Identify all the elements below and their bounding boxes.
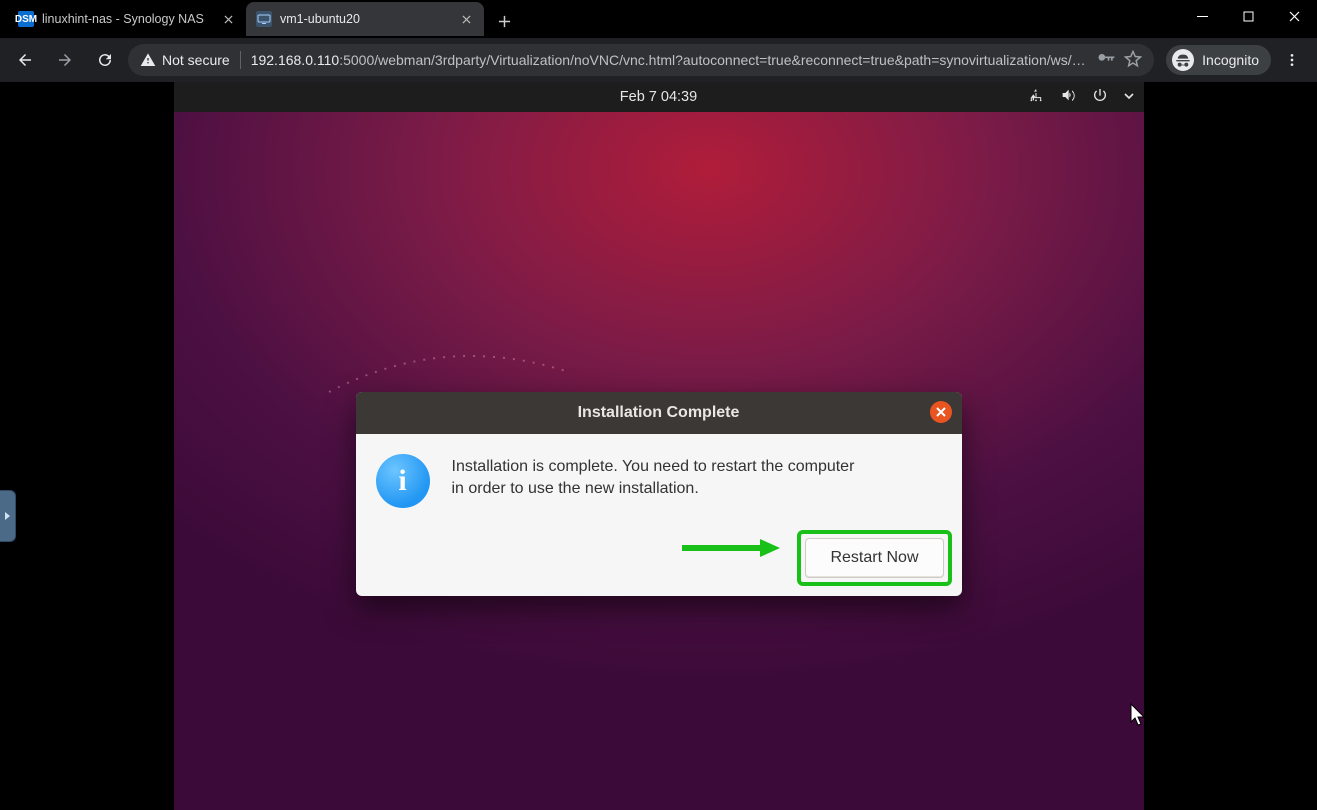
bookmark-star-icon[interactable] bbox=[1124, 50, 1142, 71]
page-content: Feb 7 04:39 Ins bbox=[0, 82, 1317, 810]
installation-complete-dialog: Installation Complete i Installation is … bbox=[356, 392, 962, 596]
dialog-body: i Installation is complete. You need to … bbox=[356, 434, 962, 530]
vnc-sidebar-handle[interactable] bbox=[0, 490, 16, 542]
chevron-down-icon bbox=[1124, 89, 1134, 105]
toolbar-right: Incognito bbox=[1160, 43, 1309, 77]
info-icon: i bbox=[376, 454, 430, 508]
nav-back-button[interactable] bbox=[8, 43, 42, 77]
tab-title: vm1-ubuntu20 bbox=[280, 12, 450, 26]
security-label: Not secure bbox=[162, 52, 230, 68]
mouse-cursor-icon bbox=[1130, 703, 1144, 727]
incognito-icon bbox=[1172, 49, 1194, 71]
tab-strip: DSM linuxhint-nas - Synology NAS vm1-ubu… bbox=[8, 0, 518, 36]
gnome-status-area[interactable] bbox=[1028, 82, 1134, 112]
security-indicator[interactable]: Not secure bbox=[140, 52, 230, 68]
favicon-dsm-icon: DSM bbox=[18, 11, 34, 27]
dialog-button-row: Restart Now bbox=[356, 530, 962, 596]
tab-inactive[interactable]: DSM linuxhint-nas - Synology NAS bbox=[8, 2, 246, 36]
tab-close-icon[interactable] bbox=[458, 11, 474, 27]
vm-desktop[interactable]: Feb 7 04:39 Ins bbox=[174, 82, 1144, 810]
nav-forward-button[interactable] bbox=[48, 43, 82, 77]
separator bbox=[240, 51, 241, 69]
dialog-message: Installation is complete. You need to re… bbox=[452, 456, 862, 499]
password-key-icon[interactable] bbox=[1096, 49, 1116, 72]
gnome-clock[interactable]: Feb 7 04:39 bbox=[620, 89, 697, 105]
network-icon bbox=[1028, 87, 1044, 107]
window-maximize-button[interactable] bbox=[1225, 0, 1271, 32]
browser-menu-button[interactable] bbox=[1275, 43, 1309, 77]
gnome-top-bar: Feb 7 04:39 bbox=[174, 82, 1144, 112]
dialog-title: Installation Complete bbox=[578, 404, 740, 422]
address-bar[interactable]: Not secure 192.168.0.110:5000/webman/3rd… bbox=[128, 44, 1154, 76]
window-minimize-button[interactable] bbox=[1179, 0, 1225, 32]
power-icon bbox=[1092, 87, 1108, 107]
url-text: 192.168.0.110:5000/webman/3rdparty/Virtu… bbox=[251, 52, 1088, 68]
warning-icon bbox=[140, 52, 156, 68]
tab-title: linuxhint-nas - Synology NAS bbox=[42, 12, 212, 26]
tab-close-icon[interactable] bbox=[220, 11, 236, 27]
highlight-annotation: Restart Now bbox=[797, 530, 951, 586]
nav-reload-button[interactable] bbox=[88, 43, 122, 77]
incognito-badge[interactable]: Incognito bbox=[1166, 45, 1271, 75]
restart-now-button[interactable]: Restart Now bbox=[805, 538, 943, 578]
window-controls bbox=[1179, 0, 1317, 32]
window-close-button[interactable] bbox=[1271, 0, 1317, 32]
favicon-vnc-icon bbox=[256, 11, 272, 27]
volume-icon bbox=[1060, 87, 1076, 107]
incognito-label: Incognito bbox=[1202, 52, 1259, 68]
browser-toolbar: Not secure 192.168.0.110:5000/webman/3rd… bbox=[0, 38, 1317, 82]
dialog-close-button[interactable] bbox=[930, 401, 952, 423]
new-tab-button[interactable] bbox=[490, 7, 518, 35]
tab-active[interactable]: vm1-ubuntu20 bbox=[246, 2, 484, 36]
dialog-titlebar[interactable]: Installation Complete bbox=[356, 392, 962, 434]
